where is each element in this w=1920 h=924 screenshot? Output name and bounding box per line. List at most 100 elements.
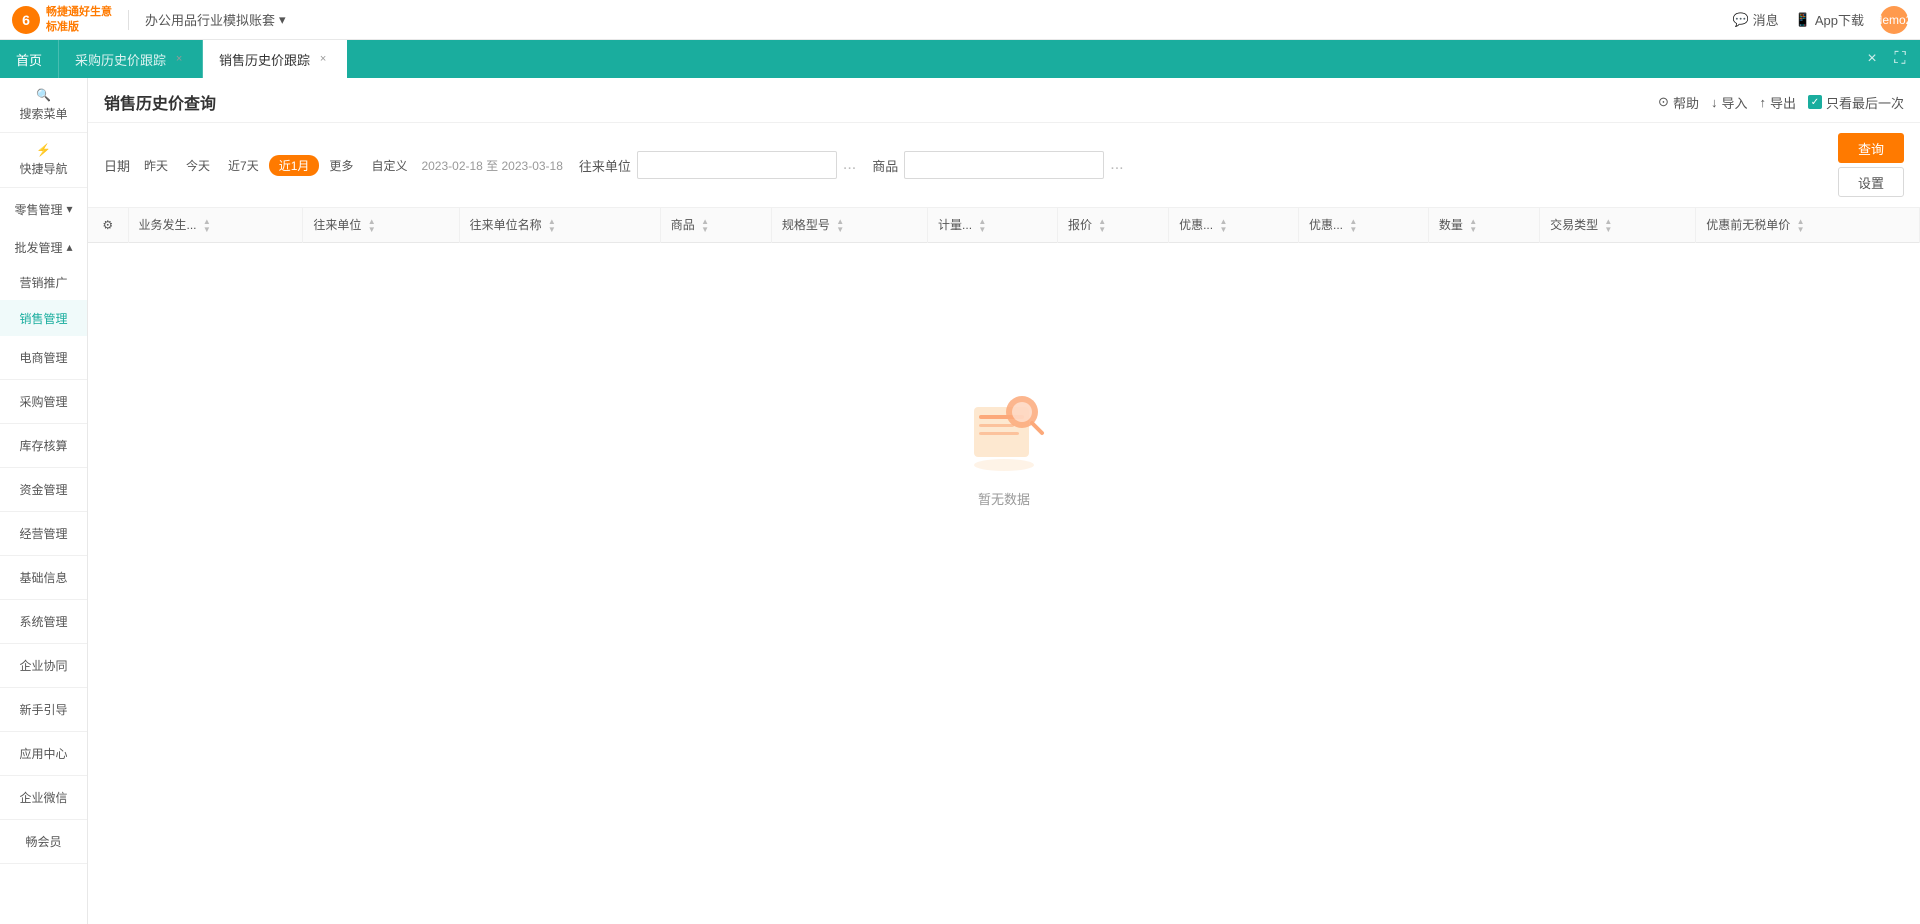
date-btn-yesterday[interactable]: 昨天 bbox=[136, 155, 176, 176]
tab-sales-history[interactable]: 销售历史价跟踪 × bbox=[203, 40, 347, 78]
col-no-tax-price-label: 优惠前无税单价 bbox=[1706, 218, 1790, 232]
content-area: 销售历史价查询 ⊙ 帮助 ↓ 导入 ↑ 导出 ✓ 只看最后一次 bbox=[88, 78, 1920, 924]
search-menu-icon: 🔍 bbox=[36, 88, 51, 102]
sidebar-item-new-guide[interactable]: 新手引导 bbox=[0, 688, 87, 732]
goods-input[interactable] bbox=[904, 151, 1104, 179]
col-trade-type[interactable]: 交易类型 ▲ ▼ bbox=[1540, 208, 1696, 242]
col-biz-date[interactable]: 业务发生... ▲ ▼ bbox=[128, 208, 303, 242]
date-btn-7days[interactable]: 近7天 bbox=[220, 155, 267, 176]
message-icon: 💬 bbox=[1732, 12, 1748, 28]
col-spec[interactable]: 规格型号 ▲ ▼ bbox=[771, 208, 927, 242]
sidebar-item-ecommerce-mgmt[interactable]: 电商管理 bbox=[0, 336, 87, 380]
user-menu[interactable]: demo2 bbox=[1880, 6, 1908, 34]
tab-home[interactable]: 首页 bbox=[0, 40, 59, 78]
date-btn-custom[interactable]: 自定义 bbox=[363, 155, 415, 176]
date-buttons: 昨天 今天 近7天 近1月 更多 自定义 bbox=[136, 155, 415, 176]
sidebar-item-enterprise-coop[interactable]: 企业协同 bbox=[0, 644, 87, 688]
sidebar-item-search-menu[interactable]: 🔍 搜索菜单 bbox=[0, 78, 87, 133]
col-partner-code[interactable]: 往来单位 ▲ ▼ bbox=[303, 208, 459, 242]
only-last-checkbox-label[interactable]: ✓ 只看最后一次 bbox=[1808, 93, 1904, 112]
date-btn-more[interactable]: 更多 bbox=[321, 155, 361, 176]
tab-expand-button[interactable]: ⛶ bbox=[1888, 47, 1912, 71]
workspace-selector[interactable]: 办公用品行业模拟账套 ▾ bbox=[145, 10, 286, 29]
col-quote[interactable]: 报价 ▲ ▼ bbox=[1057, 208, 1168, 242]
page-actions: ⊙ 帮助 ↓ 导入 ↑ 导出 ✓ 只看最后一次 bbox=[1658, 93, 1904, 112]
app-download-icon: 📱 bbox=[1795, 12, 1811, 28]
sidebar-item-sales-mgmt[interactable]: 销售管理 bbox=[0, 300, 87, 336]
col-unit[interactable]: 计量... ▲ ▼ bbox=[928, 208, 1058, 242]
only-last-checkbox[interactable]: ✓ bbox=[1808, 95, 1822, 109]
date-btn-1month[interactable]: 近1月 bbox=[269, 155, 320, 176]
sidebar-item-purchase-mgmt[interactable]: 采购管理 bbox=[0, 380, 87, 424]
workspace-arrow-icon: ▾ bbox=[279, 12, 286, 28]
page-header: 销售历史价查询 ⊙ 帮助 ↓ 导入 ↑ 导出 ✓ 只看最后一次 bbox=[88, 78, 1920, 123]
avatar: demo2 bbox=[1880, 6, 1908, 34]
goods-filter-group: 商品 ... bbox=[872, 151, 1123, 179]
import-button[interactable]: ↓ 导入 bbox=[1711, 93, 1748, 112]
col-discount1-label: 优惠... bbox=[1179, 218, 1213, 232]
col-goods[interactable]: 商品 ▲ ▼ bbox=[660, 208, 771, 242]
partner-dots-icon[interactable]: ... bbox=[843, 156, 856, 174]
sidebar-item-marketing[interactable]: 营销推广 bbox=[0, 264, 87, 300]
sidebar-item-operations-mgmt[interactable]: 经营管理 bbox=[0, 512, 87, 556]
col-partner-code-label: 往来单位 bbox=[313, 218, 361, 232]
col-discount1[interactable]: 优惠... ▲ ▼ bbox=[1169, 208, 1299, 242]
date-btn-today[interactable]: 今天 bbox=[178, 155, 218, 176]
sidebar-item-basic-info[interactable]: 基础信息 bbox=[0, 556, 87, 600]
query-button[interactable]: 查询 bbox=[1838, 133, 1904, 163]
help-button[interactable]: ⊙ 帮助 bbox=[1658, 93, 1699, 112]
main-layout: 🔍 搜索菜单 ⚡ 快捷导航 零售管理 ▾ 批发管理 ▴ 营销推广 销售管理 电商… bbox=[0, 78, 1920, 924]
tab-purchase-close-button[interactable]: × bbox=[172, 52, 186, 66]
sidebar-item-quick-nav[interactable]: ⚡ 快捷导航 bbox=[0, 133, 87, 188]
biz-date-sort-icon: ▲ ▼ bbox=[203, 218, 211, 234]
goods-sort-icon: ▲ ▼ bbox=[701, 218, 709, 234]
no-tax-price-sort-icon: ▲ ▼ bbox=[1797, 218, 1805, 234]
page-title: 销售历史价查询 bbox=[104, 90, 216, 114]
col-quote-label: 报价 bbox=[1068, 218, 1092, 232]
message-button[interactable]: 💬 消息 bbox=[1732, 10, 1778, 29]
discount2-sort-icon: ▲ ▼ bbox=[1349, 218, 1357, 234]
col-no-tax-price[interactable]: 优惠前无税单价 ▲ ▼ bbox=[1696, 208, 1920, 242]
date-filter-group: 日期 昨天 今天 近7天 近1月 更多 自定义 2023-02-18 至 202… bbox=[104, 155, 563, 176]
wholesale-arrow-icon: ▴ bbox=[66, 240, 72, 254]
gear-icon[interactable]: ⚙ bbox=[102, 218, 113, 232]
settings-button[interactable]: 设置 bbox=[1838, 167, 1904, 197]
sidebar-item-app-center[interactable]: 应用中心 bbox=[0, 732, 87, 776]
col-qty-label: 数量 bbox=[1439, 218, 1463, 232]
retail-arrow-icon: ▾ bbox=[66, 202, 72, 216]
export-icon: ↑ bbox=[1759, 95, 1766, 110]
sidebar-item-membership[interactable]: 畅会员 bbox=[0, 820, 87, 864]
filter-bar: 日期 昨天 今天 近7天 近1月 更多 自定义 2023-02-18 至 202… bbox=[88, 123, 1920, 208]
header-right: 💬 消息 📱 App下载 demo2 bbox=[1732, 6, 1908, 34]
tab-purchase-history[interactable]: 采购历史价跟踪 × bbox=[59, 40, 203, 78]
export-button[interactable]: ↑ 导出 bbox=[1759, 93, 1796, 112]
help-icon: ⊙ bbox=[1658, 94, 1669, 110]
partner-filter-group: 往来单位 ... bbox=[579, 151, 856, 179]
col-partner-name[interactable]: 往来单位名称 ▲ ▼ bbox=[459, 208, 660, 242]
col-qty[interactable]: 数量 ▲ ▼ bbox=[1428, 208, 1539, 242]
partner-label: 往来单位 bbox=[579, 156, 631, 175]
trade-type-sort-icon: ▲ ▼ bbox=[1604, 218, 1612, 234]
col-discount2-label: 优惠... bbox=[1309, 218, 1343, 232]
spec-sort-icon: ▲ ▼ bbox=[836, 218, 844, 234]
goods-dots-icon[interactable]: ... bbox=[1110, 156, 1123, 174]
quick-nav-icon: ⚡ bbox=[36, 143, 51, 157]
tab-close-all-button[interactable]: × bbox=[1860, 47, 1884, 71]
sidebar-item-enterprise-wechat[interactable]: 企业微信 bbox=[0, 776, 87, 820]
logo-area: 6 畅捷通好生意 标准版 bbox=[12, 5, 112, 34]
table-header: ⚙ 业务发生... ▲ ▼ 往来单位 ▲ bbox=[88, 208, 1920, 242]
sidebar-item-finance-mgmt[interactable]: 资金管理 bbox=[0, 468, 87, 512]
tab-sales-close-button[interactable]: × bbox=[316, 52, 330, 66]
partner-code-sort-icon: ▲ ▼ bbox=[368, 218, 376, 234]
sidebar-item-wholesale-mgmt[interactable]: 批发管理 ▴ bbox=[0, 226, 87, 264]
sidebar-item-retail-mgmt[interactable]: 零售管理 ▾ bbox=[0, 188, 87, 226]
partner-name-sort-icon: ▲ ▼ bbox=[548, 218, 556, 234]
col-partner-name-label: 往来单位名称 bbox=[470, 218, 542, 232]
col-discount2[interactable]: 优惠... ▲ ▼ bbox=[1299, 208, 1429, 242]
partner-input[interactable] bbox=[637, 151, 837, 179]
tab-bar: 首页 采购历史价跟踪 × 销售历史价跟踪 × × ⛶ bbox=[0, 40, 1920, 78]
table-container: ⚙ 业务发生... ▲ ▼ 往来单位 ▲ bbox=[88, 208, 1920, 924]
app-download-button[interactable]: 📱 App下载 bbox=[1795, 10, 1864, 29]
sidebar-item-inventory[interactable]: 库存核算 bbox=[0, 424, 87, 468]
sidebar-item-system-mgmt[interactable]: 系统管理 bbox=[0, 600, 87, 644]
